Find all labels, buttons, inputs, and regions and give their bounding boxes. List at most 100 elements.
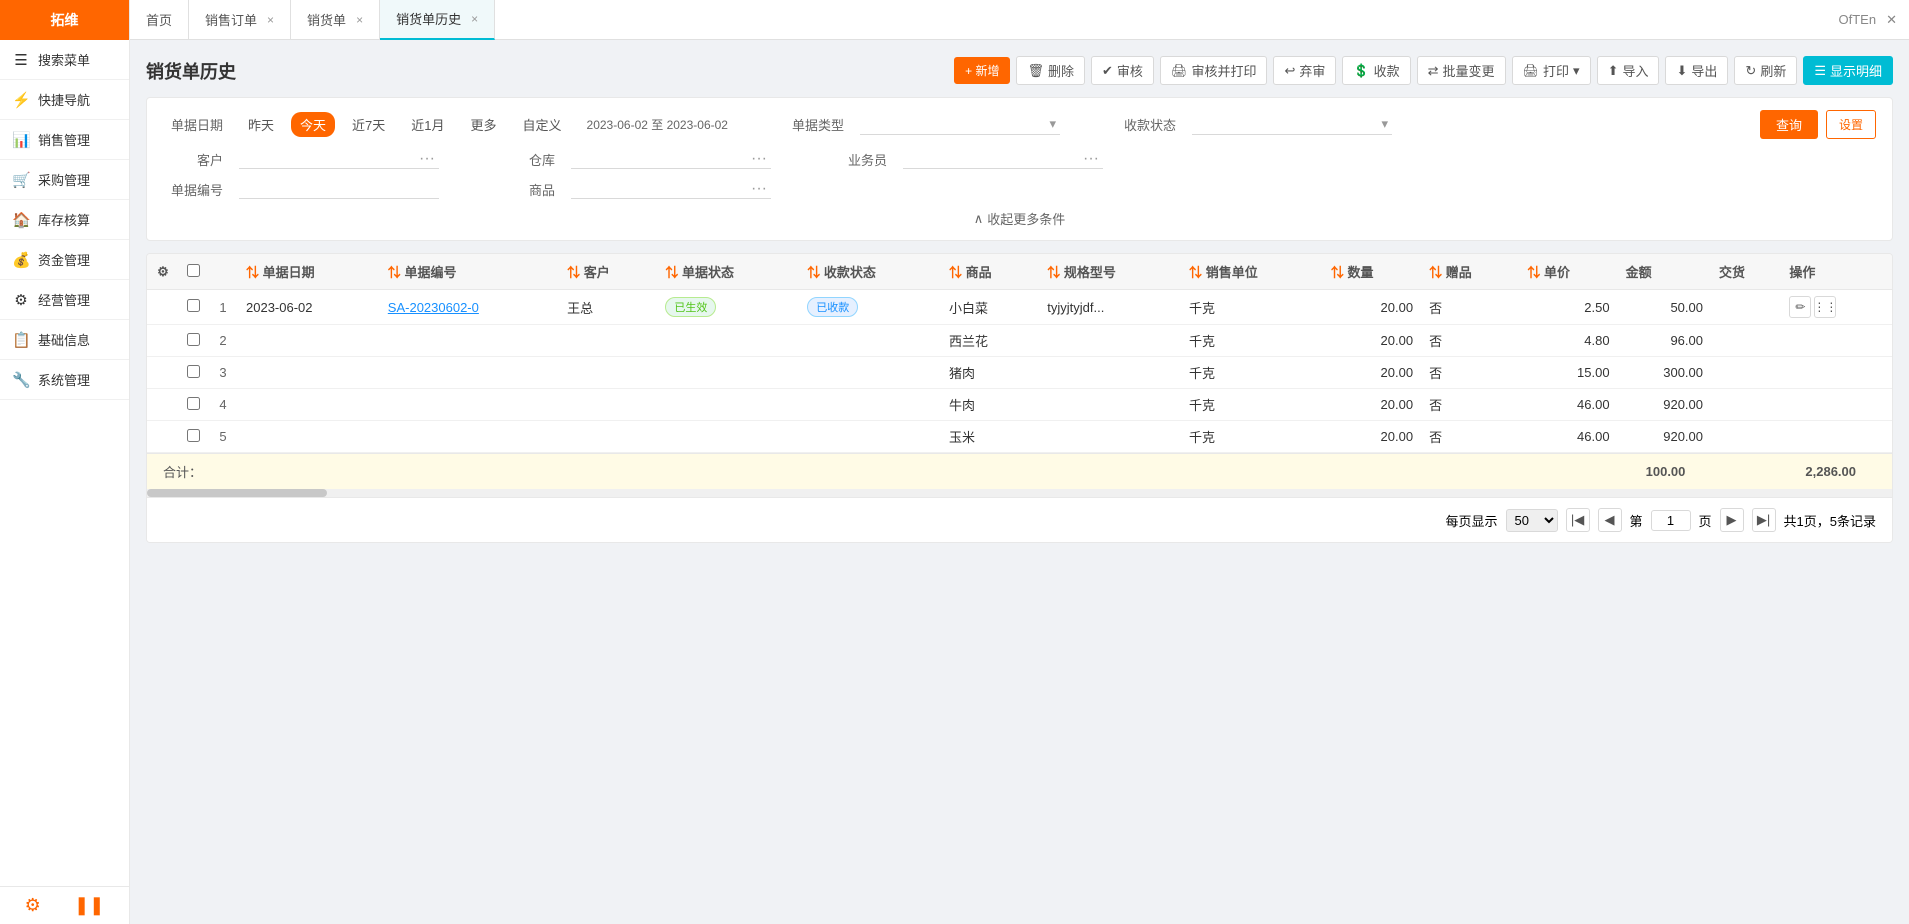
col-collect-status[interactable]: ⇅ 收款状态 [799,254,941,290]
warehouse-dots-icon[interactable]: ··· [751,150,767,168]
col-doc-no[interactable]: ⇅ 单据编号 [380,254,559,290]
row-doc-no[interactable] [380,389,559,421]
topbar-close-icon[interactable]: ✕ [1886,12,1897,28]
row-doc-no[interactable] [380,325,559,357]
prev-page-button[interactable]: ◀ [1598,508,1622,532]
col-customer[interactable]: ⇅ 客户 [559,254,657,290]
first-page-button[interactable]: |◀ [1566,508,1590,532]
search-menu-icon: ☰ [12,51,30,69]
collect-status-select[interactable]: ▾ [1192,114,1392,135]
new-button[interactable]: + 新增 [954,57,1010,84]
approve-button[interactable]: ✔ 审核 [1091,56,1154,85]
sidebar-collapse-icon[interactable]: ❚❚ [74,895,104,916]
col-price[interactable]: ⇅ 单价 [1519,254,1617,290]
query-button[interactable]: 查询 [1760,110,1818,139]
row-checkbox[interactable] [187,333,200,346]
last-page-button[interactable]: ▶| [1752,508,1776,532]
row-gift: 否 [1421,421,1519,453]
col-spec[interactable]: ⇅ 规格型号 [1039,254,1181,290]
select-all-checkbox[interactable] [187,264,200,277]
sidebar-item-ops-mgmt[interactable]: ⚙ 经营管理 [0,280,129,320]
date-btn-today[interactable]: 今天 [291,112,335,137]
row-spec [1039,325,1181,357]
sidebar-item-basic-info[interactable]: 📋 基础信息 [0,320,129,360]
sidebar-item-fund-mgmt[interactable]: 💰 资金管理 [0,240,129,280]
row-checkbox-cell[interactable] [179,290,208,325]
tab-sales-history-close[interactable]: × [471,12,478,26]
col-goods[interactable]: ⇅ 商品 [941,254,1039,290]
row-doc-no[interactable] [380,357,559,389]
customer-input[interactable] [239,149,419,168]
warehouse-input[interactable] [571,149,751,168]
next-page-button[interactable]: ▶ [1720,508,1744,532]
goods-dots-icon[interactable]: ··· [751,180,767,198]
tab-sales-delivery-close[interactable]: × [356,13,363,27]
batch-change-button[interactable]: ⇄ 批量变更 [1417,56,1506,85]
sidebar-item-sys-mgmt[interactable]: 🔧 系统管理 [0,360,129,400]
delete-button[interactable]: 🗑 删除 [1016,56,1085,85]
per-page-select[interactable]: 50 100 200 [1506,509,1558,532]
sidebar-item-inventory-calc[interactable]: 🏠 库存核算 [0,200,129,240]
row-checkbox-cell[interactable] [179,357,208,389]
sidebar-item-sales-mgmt[interactable]: 📊 销售管理 [0,120,129,160]
col-gear[interactable]: ⚙ [147,254,179,290]
row-checkbox-cell[interactable] [179,325,208,357]
page-number-input[interactable]: 1 [1651,510,1691,531]
row-checkbox[interactable] [187,397,200,410]
sidebar-item-purchase-mgmt[interactable]: 🛒 采购管理 [0,160,129,200]
date-btn-custom[interactable]: 自定义 [514,112,571,137]
doc-no-link[interactable]: SA-20230602-0 [388,300,479,315]
row-checkbox-cell[interactable] [179,389,208,421]
collect-button[interactable]: 💲 收款 [1342,56,1410,85]
doc-num-input[interactable] [239,179,439,199]
abandon-button[interactable]: ↩ 弃审 [1273,56,1336,85]
horizontal-scrollbar[interactable] [147,489,1892,497]
row-doc-no[interactable] [380,421,559,453]
settings-button[interactable]: 设置 [1826,110,1876,139]
tab-sales-order[interactable]: 销售订单 × [189,0,291,40]
col-checkbox[interactable] [179,254,208,290]
collapse-button[interactable]: ∧ 收起更多条件 [163,209,1876,228]
col-date[interactable]: ⇅ 单据日期 [238,254,380,290]
doc-type-select[interactable]: ▾ [860,114,1060,135]
sidebar-settings-icon[interactable]: ⚙ [25,895,41,916]
sidebar-item-quick-nav[interactable]: ⚡ 快捷导航 [0,80,129,120]
tab-sales-order-close[interactable]: × [267,13,274,27]
edit-action-btn[interactable]: ✏ [1789,296,1811,318]
col-doc-status[interactable]: ⇅ 单据状态 [657,254,799,290]
tab-sales-history[interactable]: 销货单历史 × [380,0,495,40]
date-btn-7days[interactable]: 近7天 [343,112,394,137]
col-unit[interactable]: ⇅ 销售单位 [1181,254,1323,290]
row-checkbox-cell[interactable] [179,421,208,453]
tab-home[interactable]: 首页 [130,0,189,40]
refresh-button[interactable]: ↻ 刷新 [1734,56,1797,85]
scroll-thumb[interactable] [147,489,327,497]
date-btn-more[interactable]: 更多 [462,112,506,137]
sidebar-item-search-menu[interactable]: ☰ 搜索菜单 [0,40,129,80]
date-btn-1month[interactable]: 近1月 [402,112,453,137]
import-button[interactable]: ⬆ 导入 [1597,56,1660,85]
content-area: 销货单历史 + 新增 🗑 删除 ✔ 审核 🖨 审核并打印 ↩ 弃审 [130,40,1909,924]
row-actions [1781,325,1892,357]
customer-dots-icon[interactable]: ··· [419,150,435,168]
col-qty[interactable]: ⇅ 数量 [1323,254,1421,290]
table-header-row: ⚙ ⇅ 单据日期 ⇅ 单据编号 ⇅ 客户 ⇅ 单据状态 ⇅ 收款状态 ⇅ 商品 … [147,254,1892,290]
more-action-btn[interactable]: ⋮⋮ [1814,296,1836,318]
row-num: 3 [208,357,238,389]
col-gift[interactable]: ⇅ 赠品 [1421,254,1519,290]
row-doc-no[interactable]: SA-20230602-0 [380,290,559,325]
print-button[interactable]: 🖨 打印 ▾ [1512,56,1591,85]
staff-input[interactable] [903,149,1083,168]
date-btn-yesterday[interactable]: 昨天 [239,112,283,137]
show-details-button[interactable]: ☰ 显示明细 [1803,56,1893,85]
row-checkbox[interactable] [187,429,200,442]
row-qty: 20.00 [1323,290,1421,325]
row-checkbox[interactable] [187,365,200,378]
filter-row-2: 客户 ··· 仓库 ··· 业务员 ··· [163,149,1876,169]
export-button[interactable]: ⬇ 导出 [1665,56,1728,85]
row-checkbox[interactable] [187,299,200,312]
goods-input[interactable] [571,179,751,198]
tab-sales-delivery[interactable]: 销货单 × [291,0,380,40]
staff-dots-icon[interactable]: ··· [1083,150,1099,168]
approve-print-button[interactable]: 🖨 审核并打印 [1160,56,1268,85]
